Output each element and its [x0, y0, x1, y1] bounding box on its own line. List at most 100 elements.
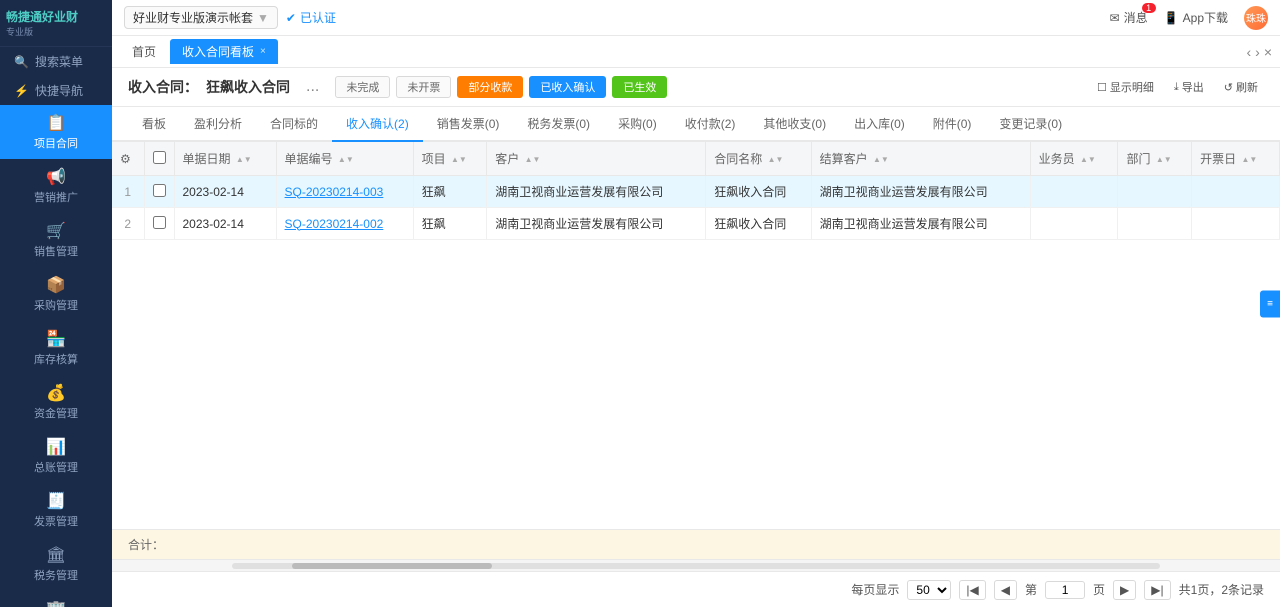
row-customer-1: 湖南卫视商业运营发展有限公司	[487, 176, 706, 208]
tabbar: 首页 收入合同看板 × ‹ › ×	[112, 36, 1280, 68]
page-label-pre: 第	[1025, 581, 1037, 598]
header-action-buttons: ☐ 显示明细 ⤓ 导出 ↺ 刷新	[1091, 77, 1264, 97]
first-page-btn[interactable]: |◀	[959, 580, 985, 600]
col-dept[interactable]: 部门 ▲▼	[1118, 142, 1192, 176]
col-salesperson[interactable]: 业务员 ▲▼	[1030, 142, 1118, 176]
row-salesperson-1	[1030, 176, 1118, 208]
col-settings[interactable]: ⚙	[112, 142, 144, 176]
prev-page-btn[interactable]: ◀	[994, 580, 1017, 600]
tab-next-icon[interactable]: ›	[1255, 44, 1260, 60]
tab-storage[interactable]: 出入库(0)	[840, 107, 919, 142]
col-customer[interactable]: 客户 ▲▼	[487, 142, 706, 176]
status-incomplete[interactable]: 未完成	[335, 76, 390, 98]
status-buttons: 未完成 未开票 部分收款 已收入确认 已生效	[335, 76, 667, 98]
table-row[interactable]: 1 2023-02-14 SQ-20230214-003 狂飙 湖南卫视商业运营…	[112, 176, 1280, 208]
row-checkbox-1[interactable]	[144, 176, 174, 208]
user-avatar[interactable]: 珠珠	[1244, 6, 1268, 30]
tab-sales-invoice[interactable]: 销售发票(0)	[423, 107, 514, 142]
sidebar-item-invoice[interactable]: 🧾 发票管理	[0, 483, 112, 537]
col-contract-name[interactable]: 合同名称 ▲▼	[706, 142, 811, 176]
content-area: 收入合同： 狂飙收入合同 ... 未完成 未开票 部分收款 已收入确认 已生效 …	[112, 68, 1280, 607]
sidebar-item-inventory[interactable]: 🏪 库存核算	[0, 321, 112, 375]
tab-attachment[interactable]: 附件(0)	[919, 107, 986, 142]
right-float-button[interactable]: ≡	[1260, 290, 1280, 317]
row-checkbox-2[interactable]	[144, 208, 174, 240]
col-billing-date[interactable]: 开票日 ▲▼	[1192, 142, 1280, 176]
row-billno-1[interactable]: SQ-20230214-003	[276, 176, 413, 208]
sidebar-item-ledger[interactable]: 📊 总账管理	[0, 429, 112, 483]
logo-sub: 专业版	[6, 25, 78, 38]
last-page-btn[interactable]: ▶|	[1144, 580, 1170, 600]
row-dept-2	[1118, 208, 1192, 240]
per-page-label: 每页显示	[851, 581, 899, 598]
sales-icon: 🛒	[46, 221, 66, 241]
sort-project-icon: ▲▼	[451, 155, 467, 164]
status-confirmed[interactable]: 已收入确认	[529, 76, 606, 98]
col-bill-no[interactable]: 单据编号 ▲▼	[276, 142, 413, 176]
refresh-btn[interactable]: ↺ 刷新	[1218, 77, 1264, 97]
phone-icon: 📱	[1164, 11, 1179, 25]
tab-close-icon[interactable]: ×	[1264, 44, 1272, 60]
sort-dept-icon: ▲▼	[1156, 155, 1172, 164]
row-project-1: 狂飙	[413, 176, 487, 208]
horizontal-scrollbar[interactable]	[112, 559, 1280, 571]
tab-payment[interactable]: 收付款(2)	[671, 107, 750, 142]
tab-kanban[interactable]: 看板	[128, 107, 180, 142]
sort-billing-icon: ▲▼	[1241, 155, 1257, 164]
tab-home[interactable]: 首页	[120, 39, 168, 64]
purchase-icon: 📦	[46, 275, 66, 295]
next-page-btn[interactable]: ▶	[1113, 580, 1136, 600]
tab-changes[interactable]: 变更记录(0)	[985, 107, 1076, 142]
search-menu[interactable]: 🔍 搜索菜单	[0, 47, 112, 76]
col-settle-customer[interactable]: 结算客户 ▲▼	[811, 142, 1030, 176]
status-partial-payment[interactable]: 部分收款	[457, 76, 523, 98]
tab-income-contract[interactable]: 收入合同看板 ×	[170, 39, 278, 64]
show-detail-btn[interactable]: ☐ 显示明细	[1091, 77, 1160, 97]
search-icon: 🔍	[14, 55, 29, 69]
sidebar-item-marketing[interactable]: 📢 营销推广	[0, 159, 112, 213]
tab-purchase[interactable]: 采购(0)	[604, 107, 671, 142]
total-pages-info: 共1页，2条记录	[1179, 581, 1264, 598]
col-date[interactable]: 单据日期 ▲▼	[174, 142, 276, 176]
total-label: 合计：	[128, 536, 164, 553]
sidebar-item-purchase[interactable]: 📦 采购管理	[0, 267, 112, 321]
sidebar-item-project[interactable]: 📋 项目合同	[0, 105, 112, 159]
company-name: 好业财专业版演示帐套	[133, 9, 253, 26]
tab-profit[interactable]: 盈利分析	[180, 107, 256, 142]
col-checkbox[interactable]	[144, 142, 174, 176]
scrollbar-thumb[interactable]	[292, 563, 492, 569]
table-row[interactable]: 2 2023-02-14 SQ-20230214-002 狂飙 湖南卫视商业运营…	[112, 208, 1280, 240]
tab-target[interactable]: 合同标的	[256, 107, 332, 142]
logo-area: 畅捷通好业财 专业版	[0, 0, 112, 47]
sidebar-item-sales[interactable]: 🛒 销售管理	[0, 213, 112, 267]
quick-nav[interactable]: ⚡ 快捷导航	[0, 76, 112, 105]
page-input[interactable]	[1045, 581, 1085, 599]
row-contractname-2: 狂飙收入合同	[706, 208, 811, 240]
message-btn[interactable]: ✉ 1 消息	[1110, 9, 1148, 26]
total-row: 合计：	[112, 529, 1280, 559]
tab-other[interactable]: 其他收支(0)	[749, 107, 840, 142]
message-icon: ✉	[1110, 11, 1120, 25]
tab-tax-invoice[interactable]: 税务发票(0)	[513, 107, 604, 142]
sidebar-item-assets[interactable]: 🏢 固定资产	[0, 591, 112, 607]
status-effective[interactable]: 已生效	[612, 76, 667, 98]
company-selector[interactable]: 好业财专业版演示帐套 ▼	[124, 6, 278, 29]
select-all-checkbox[interactable]	[153, 151, 166, 164]
dropdown-icon: ▼	[257, 11, 269, 25]
per-page-select[interactable]: 50	[907, 580, 951, 600]
col-project[interactable]: 项目 ▲▼	[413, 142, 487, 176]
more-options-btn[interactable]: ...	[306, 78, 319, 96]
tab-income-confirm[interactable]: 收入确认(2)	[332, 107, 423, 142]
tab-prev-icon[interactable]: ‹	[1246, 44, 1251, 60]
sidebar-item-tax[interactable]: 🏛 税务管理	[0, 537, 112, 591]
export-btn[interactable]: ⤓ 导出	[1168, 77, 1210, 97]
sort-billno-icon: ▲▼	[338, 155, 354, 164]
scrollbar-track[interactable]	[232, 563, 1160, 569]
table-wrapper[interactable]: ⚙ 单据日期 ▲▼ 单据编号 ▲▼	[112, 142, 1280, 529]
contract-name: 狂飙收入合同	[206, 77, 290, 97]
close-tab-icon[interactable]: ×	[260, 46, 266, 57]
app-download-btn[interactable]: 📱 App下载	[1164, 9, 1228, 26]
status-uninvoiced[interactable]: 未开票	[396, 76, 451, 98]
row-billno-2[interactable]: SQ-20230214-002	[276, 208, 413, 240]
sidebar-item-funds[interactable]: 💰 资金管理	[0, 375, 112, 429]
